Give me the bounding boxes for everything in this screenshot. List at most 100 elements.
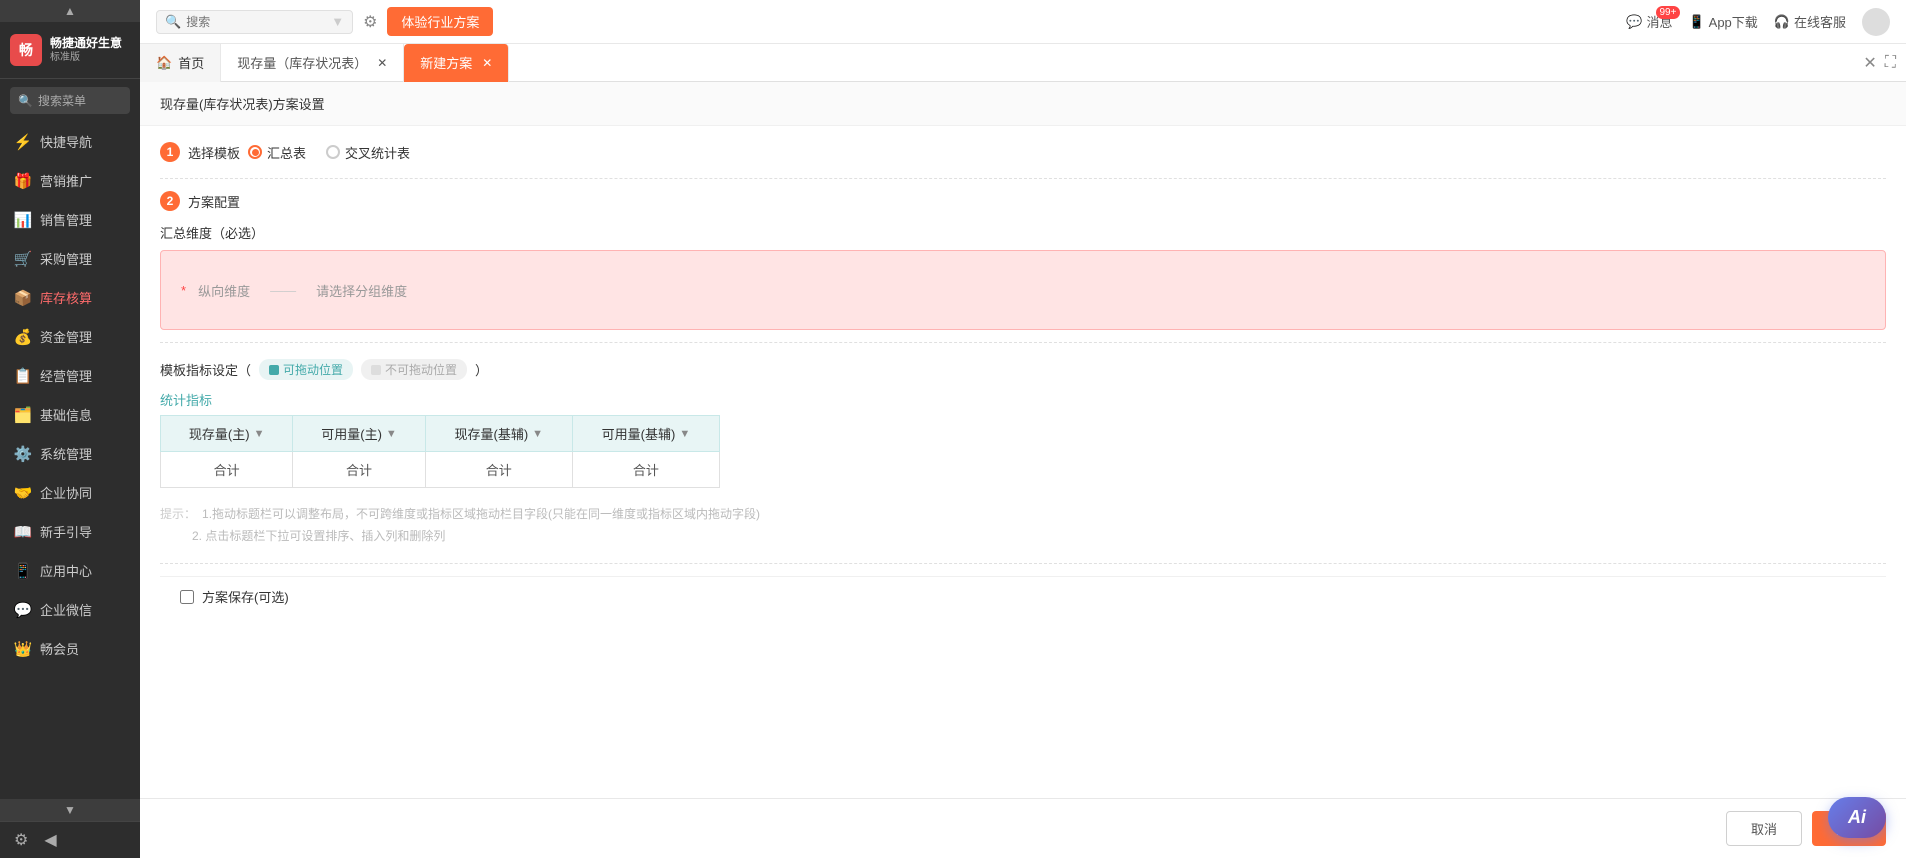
non-draggable-pill: 不可拖动位置: [361, 359, 467, 380]
sidebar-item-sales[interactable]: 📊 销售管理: [0, 200, 140, 239]
cancel-button[interactable]: 取消: [1726, 811, 1802, 846]
sidebar-item-label: 快捷导航: [40, 132, 92, 151]
dimension-field-label: 纵向维度: [198, 281, 250, 300]
trial-button[interactable]: 体验行业方案: [387, 7, 493, 36]
ai-bubble[interactable]: Ai: [1828, 797, 1886, 838]
col-available-main[interactable]: 可用量(主) ▼: [293, 416, 425, 452]
close-tab-icon[interactable]: ✕: [1863, 53, 1876, 73]
sidebar-item-label: 系统管理: [40, 444, 92, 463]
app-download-button[interactable]: 📱 App下载: [1688, 12, 1757, 31]
sidebar-item-marketing[interactable]: 🎁 营销推广: [0, 161, 140, 200]
radio-summary[interactable]: 汇总表: [248, 143, 306, 162]
sidebar-item-system[interactable]: ⚙️ 系统管理: [0, 434, 140, 473]
sidebar-item-app-center[interactable]: 📱 应用中心: [0, 551, 140, 590]
draggable-label: 可拖动位置: [283, 361, 343, 378]
sidebar-item-label: 企业协同: [40, 483, 92, 502]
sidebar-scroll-up[interactable]: ▲: [0, 0, 140, 22]
app-center-icon: 📱: [14, 562, 32, 580]
settings-icon[interactable]: ⚙: [14, 830, 28, 850]
tip-text-1: 1.拖动标题栏可以调整布局，不可跨维度或指标区域拖动栏目字段(只能在同一维度或指…: [202, 504, 760, 526]
sidebar-item-label: 畅会员: [40, 639, 79, 658]
tip-text-2: 2. 点击标题栏下拉可设置排序、插入列和删除列: [192, 526, 445, 548]
sidebar-logo: 畅 畅捷通好生意 标准版: [0, 22, 140, 79]
tabs-bar: 🏠 首页 现存量（库存状况表） ✕ 新建方案 ✕ ✕ ⛶: [140, 44, 1906, 82]
sidebar-search[interactable]: 🔍 搜索菜单: [10, 87, 130, 114]
tab-inventory-close-icon[interactable]: ✕: [377, 56, 387, 70]
headset-icon: 🎧: [1774, 14, 1790, 30]
main: 🔍 ▼ ⚙ 体验行业方案 💬 消息 99+ 📱 App下载 🎧 在线客服: [140, 0, 1906, 858]
top-search-bar[interactable]: 🔍 ▼: [156, 10, 353, 34]
app-logo-text: 畅捷通好生意 标准版: [50, 36, 122, 65]
indicator-settings: 模板指标设定（ 可拖动位置 不可拖动位置 ）: [160, 359, 1886, 380]
sidebar-item-basic-info[interactable]: 🗂️ 基础信息: [0, 395, 140, 434]
top-search-input[interactable]: [186, 15, 326, 29]
sidebar-bottom: ⚙ ◀: [0, 821, 140, 858]
tips-section: 提示： 1.拖动标题栏可以调整布局，不可跨维度或指标区域拖动栏目字段(只能在同一…: [160, 504, 1886, 547]
step1-badge: 1: [160, 142, 180, 162]
sales-icon: 📊: [14, 211, 32, 229]
sidebar-scroll-down[interactable]: ▼: [0, 799, 140, 821]
sidebar-item-member[interactable]: 👑 畅会员: [0, 629, 140, 668]
user-avatar[interactable]: [1862, 8, 1890, 36]
sidebar-item-label: 营销推广: [40, 171, 92, 190]
sidebar-item-label: 基础信息: [40, 405, 92, 424]
cell-stock-main-sub: 合计: [161, 452, 293, 488]
collapse-icon[interactable]: ◀: [44, 830, 56, 850]
app-download-label: App下载: [1709, 12, 1758, 31]
tip-item-1: 提示： 1.拖动标题栏可以调整布局，不可跨维度或指标区域拖动栏目字段(只能在同一…: [160, 504, 1886, 526]
sidebar-search-label: 搜索菜单: [38, 92, 86, 109]
tab-home-label: 首页: [178, 53, 204, 72]
header-gear-icon[interactable]: ⚙: [363, 12, 377, 32]
sidebar-item-purchase[interactable]: 🛒 采购管理: [0, 239, 140, 278]
marketing-icon: 🎁: [14, 172, 32, 190]
tab-home[interactable]: 🏠 首页: [140, 44, 221, 82]
tab-new-plan-close-icon[interactable]: ✕: [482, 56, 492, 70]
col-available-main-chevron: ▼: [386, 428, 397, 440]
stats-table: 现存量(主) ▼ 可用量(主) ▼: [160, 415, 720, 488]
sidebar-item-wechat[interactable]: 💬 企业微信: [0, 590, 140, 629]
indicator-settings-text: 模板指标设定（: [160, 360, 251, 379]
purchase-icon: 🛒: [14, 250, 32, 268]
sidebar-item-operations[interactable]: 📋 经营管理: [0, 356, 140, 395]
sidebar-item-label: 资金管理: [40, 327, 92, 346]
sidebar-item-guide[interactable]: 📖 新手引导: [0, 512, 140, 551]
save-checkbox[interactable]: [180, 590, 194, 604]
dimension-select-placeholder[interactable]: 请选择分组维度: [316, 281, 407, 300]
divider-1: [160, 178, 1886, 179]
stats-section: 统计指标 现存量(主) ▼: [160, 390, 1886, 488]
stats-label: 统计指标: [160, 390, 1886, 409]
col-stock-aux[interactable]: 现存量(基辅) ▼: [425, 416, 572, 452]
online-service-button[interactable]: 🎧 在线客服: [1774, 12, 1846, 31]
maximize-icon[interactable]: ⛶: [1885, 54, 1896, 72]
sidebar-item-cooperation[interactable]: 🤝 企业协同: [0, 473, 140, 512]
col-available-main-label: 可用量(主): [321, 424, 382, 443]
col-stock-aux-label: 现存量(基辅): [455, 424, 529, 443]
col-stock-main-chevron: ▼: [254, 428, 265, 440]
step2-section: 2 方案配置 汇总维度（必选） * 纵向维度 —— 请选择分组维度: [160, 191, 1886, 547]
dimension-placeholder: * 纵向维度 —— 请选择分组维度: [181, 281, 407, 300]
tab-new-plan[interactable]: 新建方案 ✕: [404, 44, 509, 82]
step2-badge: 2: [160, 191, 180, 211]
message-badge: 99+: [1656, 6, 1681, 19]
message-button[interactable]: 💬 消息 99+: [1626, 12, 1672, 31]
sidebar-item-finance[interactable]: 💰 资金管理: [0, 317, 140, 356]
col-stock-main[interactable]: 现存量(主) ▼: [161, 416, 293, 452]
radio-cross[interactable]: 交叉统计表: [326, 143, 410, 162]
sidebar-item-quick-nav[interactable]: ⚡ 快捷导航: [0, 122, 140, 161]
col-available-aux-label: 可用量(基辅): [602, 424, 676, 443]
sidebar-item-inventory[interactable]: 📦 库存核算: [0, 278, 140, 317]
radio-summary-label: 汇总表: [267, 143, 306, 162]
stats-table-data-row: 合计 合计 合计 合计: [161, 452, 720, 488]
tip-item-2: 2. 点击标题栏下拉可设置排序、插入列和删除列: [160, 526, 1886, 548]
draggable-pill: 可拖动位置: [259, 359, 353, 380]
app-edition: 标准版: [50, 51, 122, 64]
sidebar: ▲ 畅 畅捷通好生意 标准版 🔍 搜索菜单 ⚡ 快捷导航 🎁 营销推广 📊 销售…: [0, 0, 140, 858]
cooperation-icon: 🤝: [14, 484, 32, 502]
sidebar-item-label: 企业微信: [40, 600, 92, 619]
dimension-separator: ——: [270, 283, 296, 298]
home-icon: 🏠: [156, 55, 172, 71]
col-available-aux[interactable]: 可用量(基辅) ▼: [572, 416, 719, 452]
inventory-icon: 📦: [14, 289, 32, 307]
sidebar-item-label: 采购管理: [40, 249, 92, 268]
tab-inventory-status[interactable]: 现存量（库存状况表） ✕: [221, 44, 404, 82]
